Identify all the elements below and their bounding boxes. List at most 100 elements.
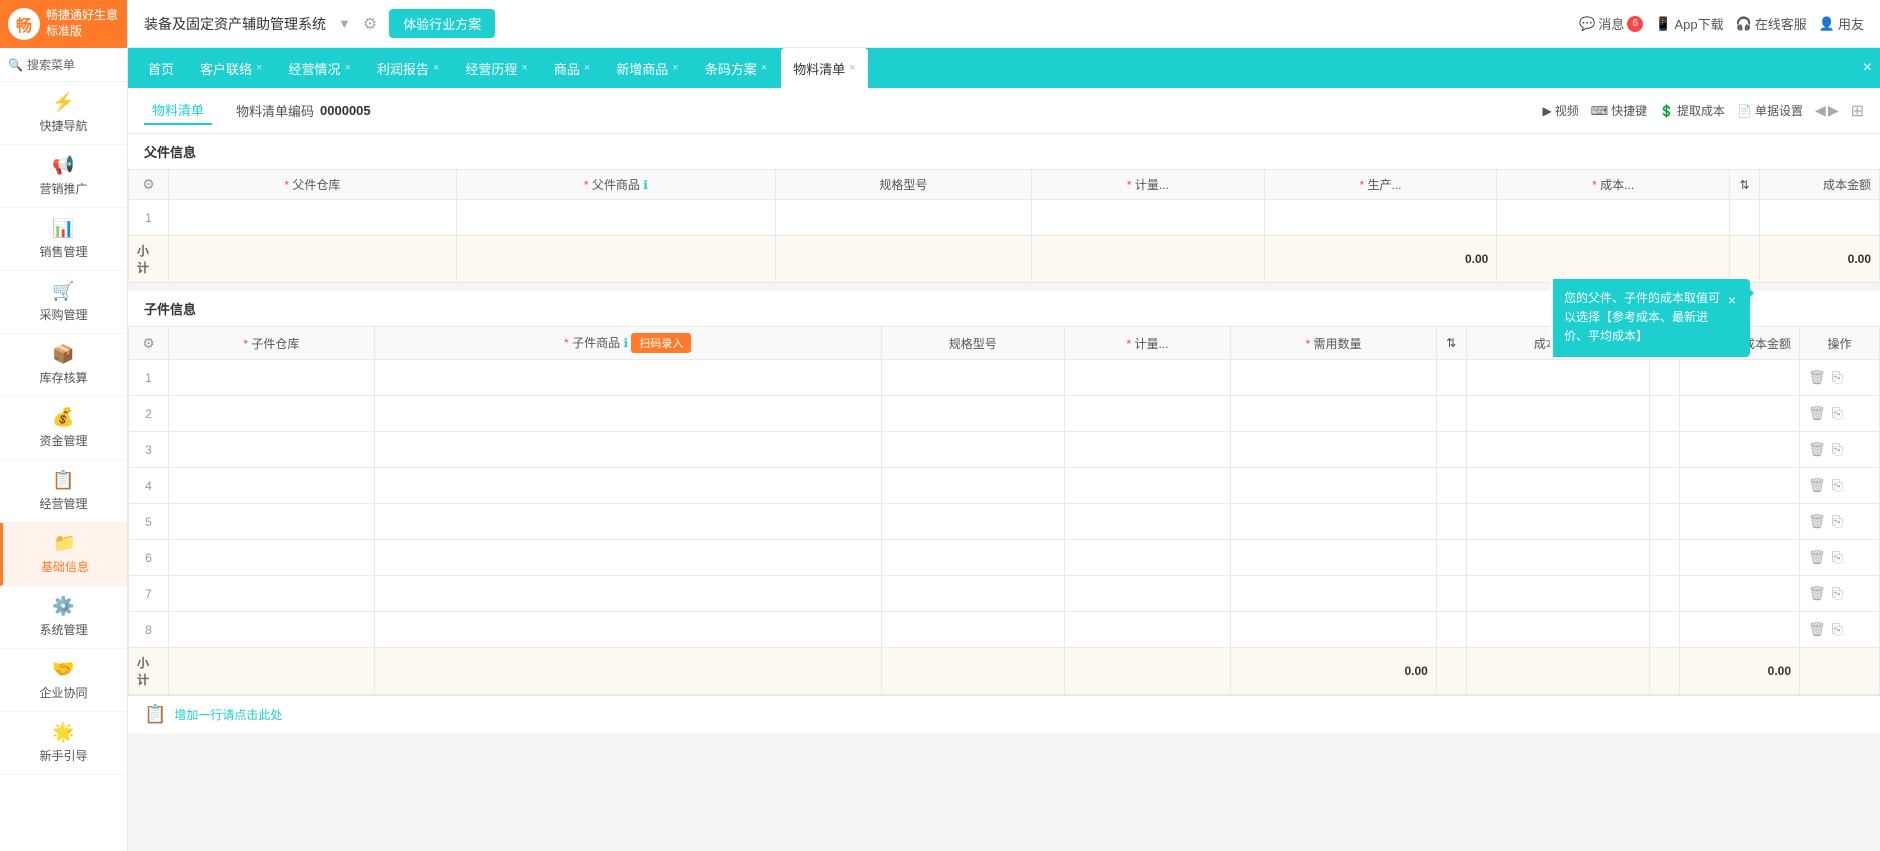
child-spec-1[interactable] bbox=[881, 360, 1064, 396]
delete-icon[interactable]: 🗑 bbox=[1808, 549, 1826, 566]
sidebar-item-purchase[interactable]: 🛒 采购管理 bbox=[0, 271, 127, 334]
tab-close-operations-report[interactable]: × bbox=[344, 62, 350, 74]
delete-icon[interactable]: 🗑 bbox=[1808, 513, 1826, 530]
parent-col-cost: * 成本... bbox=[1497, 170, 1730, 200]
child-unit-cost-1[interactable] bbox=[1466, 360, 1649, 396]
child-action-2: 🗑 ⎘ bbox=[1800, 396, 1880, 432]
tab-close-profit-report[interactable]: × bbox=[433, 62, 439, 74]
grid-icon[interactable]: ⊞ bbox=[1851, 101, 1864, 121]
copy-icon[interactable]: ⎘ bbox=[1832, 549, 1843, 566]
sidebar-item-basic-info[interactable]: 📁 基础信息 bbox=[0, 523, 127, 586]
sidebar-item-sales[interactable]: 📊 销售管理 bbox=[0, 208, 127, 271]
online-service-action[interactable]: 🎧 在线客服 bbox=[1736, 14, 1807, 33]
child-subtotal-label: 小计 bbox=[129, 648, 169, 695]
copy-icon[interactable]: ⎘ bbox=[1832, 405, 1843, 422]
tab-close-history[interactable]: × bbox=[521, 62, 527, 74]
main-area: 装备及固定资产辅助管理系统 ▼ ⚙ 体验行业方案 💬 消息 6 📱 App下载 … bbox=[128, 0, 1880, 851]
tab-close-goods[interactable]: × bbox=[584, 62, 590, 74]
child-quantity-1[interactable] bbox=[1231, 360, 1437, 396]
tab-close-new-goods[interactable]: × bbox=[672, 62, 678, 74]
sidebar-logo: 畅 畅捷通好生意 标准版 bbox=[0, 0, 127, 48]
sidebar-item-system[interactable]: ⚙️ 系统管理 bbox=[0, 586, 127, 649]
shortcut-action[interactable]: ⌨ 快捷键 bbox=[1591, 102, 1647, 119]
child-goods-2[interactable] bbox=[374, 396, 881, 432]
copy-icon[interactable]: ⎘ bbox=[1832, 477, 1843, 494]
sidebar-item-inventory[interactable]: 📦 库存核算 bbox=[0, 334, 127, 397]
delete-icon[interactable]: 🗑 bbox=[1808, 369, 1826, 386]
table-row: 6 🗑 ⎘ bbox=[129, 540, 1880, 576]
service-icon: 🎧 bbox=[1736, 16, 1752, 32]
tab-home[interactable]: 首页 bbox=[136, 48, 186, 88]
copy-icon[interactable]: ⎘ bbox=[1832, 513, 1843, 530]
gear-settings-icon[interactable]: ⚙ bbox=[363, 14, 377, 34]
parent-spec-cell[interactable] bbox=[775, 200, 1031, 236]
parent-col-settings[interactable]: ⚙ bbox=[129, 170, 169, 200]
parent-unit-cell[interactable] bbox=[1032, 200, 1265, 236]
keyboard-icon: ⌨ bbox=[1591, 104, 1608, 118]
tab-customer[interactable]: 客户联络 × bbox=[188, 48, 274, 88]
message-action[interactable]: 💬 消息 6 bbox=[1579, 14, 1643, 33]
nav-tabs: 首页 客户联络 × 经营情况 × 利润报告 × 经营历程 × 商品 × 新增商品… bbox=[128, 48, 1880, 88]
child-quantity-2[interactable] bbox=[1231, 396, 1437, 432]
copy-icon[interactable]: ⎘ bbox=[1832, 369, 1843, 386]
user-action[interactable]: 👤 用友 bbox=[1819, 14, 1864, 33]
child-warehouse-2[interactable] bbox=[169, 396, 375, 432]
parent-production-cell[interactable] bbox=[1264, 200, 1497, 236]
sidebar-item-finance[interactable]: 💰 资金管理 bbox=[0, 397, 127, 460]
copy-icon[interactable]: ⎘ bbox=[1832, 585, 1843, 602]
tab-barcode[interactable]: 条码方案 × bbox=[693, 48, 779, 88]
delete-icon[interactable]: 🗑 bbox=[1808, 621, 1826, 638]
child-goods-1[interactable] bbox=[374, 360, 881, 396]
trial-button[interactable]: 体验行业方案 bbox=[389, 9, 495, 38]
nav-arrows: ◀ ▶ bbox=[1815, 102, 1839, 119]
tooltip-close-btn[interactable]: × bbox=[1728, 289, 1736, 311]
video-action[interactable]: ▶ 视频 bbox=[1543, 102, 1579, 119]
tab-profit-report[interactable]: 利润报告 × bbox=[365, 48, 451, 88]
tab-close-customer[interactable]: × bbox=[256, 62, 262, 74]
search-icon: 🔍 bbox=[8, 58, 23, 72]
settings-action[interactable]: 📄 单据设置 bbox=[1737, 102, 1803, 119]
parent-warehouse-cell[interactable] bbox=[169, 200, 457, 236]
child-spec-2[interactable] bbox=[881, 396, 1064, 432]
app-download-action[interactable]: 📱 App下载 bbox=[1655, 14, 1723, 33]
sidebar-item-guide[interactable]: 🌟 新手引导 bbox=[0, 712, 127, 775]
add-row-label[interactable]: 增加一行请点击此处 bbox=[174, 706, 282, 723]
child-warehouse-1[interactable] bbox=[169, 360, 375, 396]
parent-goods-cell[interactable] bbox=[456, 200, 775, 236]
sidebar-item-quick-nav[interactable]: ⚡ 快捷导航 bbox=[0, 82, 127, 145]
parent-cost-cell[interactable] bbox=[1497, 200, 1730, 236]
child-unit-1[interactable] bbox=[1064, 360, 1230, 396]
sidebar-item-marketing[interactable]: 📢 营销推广 bbox=[0, 145, 127, 208]
sub-tab-bom-list[interactable]: 物料清单 bbox=[144, 96, 212, 125]
prev-arrow[interactable]: ◀ bbox=[1815, 102, 1826, 119]
sidebar: 畅 畅捷通好生意 标准版 🔍 搜索菜单 ⚡ 快捷导航 📢 营销推广 📊 销售管理… bbox=[0, 0, 128, 851]
tab-goods[interactable]: 商品 × bbox=[542, 48, 602, 88]
tab-new-goods[interactable]: 新增商品 × bbox=[604, 48, 690, 88]
child-unit-cost-2[interactable] bbox=[1466, 396, 1649, 432]
marketing-icon: 📢 bbox=[52, 155, 74, 176]
message-icon: 💬 bbox=[1579, 16, 1595, 32]
child-unit-2[interactable] bbox=[1064, 396, 1230, 432]
delete-icon[interactable]: 🗑 bbox=[1808, 441, 1826, 458]
cost-action[interactable]: 💲 提取成本 bbox=[1659, 102, 1725, 119]
delete-icon[interactable]: 🗑 bbox=[1808, 585, 1826, 602]
tab-bom[interactable]: 物料清单 × bbox=[781, 48, 867, 88]
delete-icon[interactable]: 🗑 bbox=[1808, 477, 1826, 494]
tab-close-bom[interactable]: × bbox=[849, 62, 855, 74]
copy-icon[interactable]: ⎘ bbox=[1832, 441, 1843, 458]
tab-history[interactable]: 经营历程 × bbox=[453, 48, 539, 88]
operations-icon: 📋 bbox=[52, 470, 74, 491]
scan-btn[interactable]: 扫码录入 bbox=[631, 333, 691, 353]
child-col-settings[interactable]: ⚙ bbox=[129, 327, 169, 360]
tab-operations-report[interactable]: 经营情况 × bbox=[276, 48, 362, 88]
parent-col-cost-amount: 成本金额 bbox=[1760, 170, 1880, 200]
search-menu[interactable]: 🔍 搜索菜单 bbox=[0, 48, 127, 82]
close-all-tabs[interactable]: × bbox=[1863, 59, 1872, 77]
tab-close-barcode[interactable]: × bbox=[761, 62, 767, 74]
next-arrow[interactable]: ▶ bbox=[1828, 102, 1839, 119]
sidebar-item-enterprise[interactable]: 🤝 企业协同 bbox=[0, 649, 127, 712]
dropdown-icon[interactable]: ▼ bbox=[338, 16, 351, 31]
sidebar-item-operations[interactable]: 📋 经营管理 bbox=[0, 460, 127, 523]
copy-icon[interactable]: ⎘ bbox=[1832, 621, 1843, 638]
delete-icon[interactable]: 🗑 bbox=[1808, 405, 1826, 422]
